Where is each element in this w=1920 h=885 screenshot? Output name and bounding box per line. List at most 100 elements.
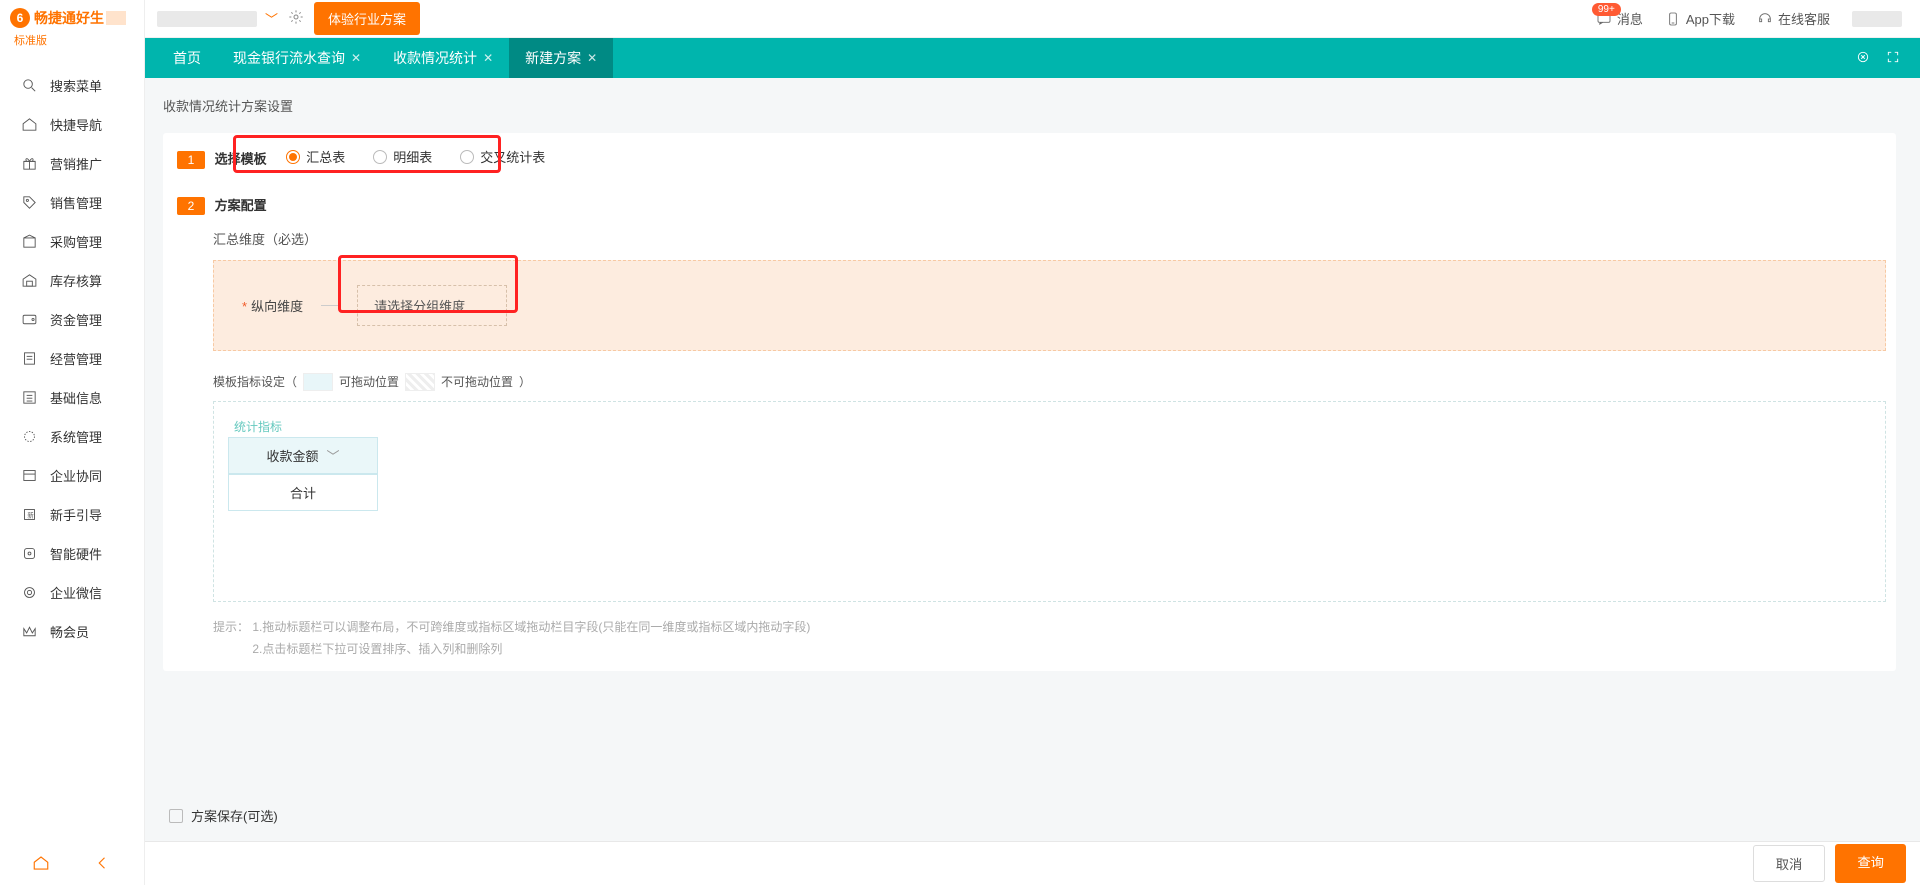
nav-funds[interactable]: 资金管理 [0,300,144,339]
legend-swatch-draggable [303,373,333,391]
hint-2: 2.点击标题栏下拉可设置排序、插入列和删除列 [252,642,502,656]
close-icon[interactable]: ✕ [351,51,361,65]
metric-cell-label: 合计 [290,483,316,502]
settings-button[interactable] [288,9,304,28]
main-column: ﹀ 体验行业方案 99+ 消息 App下载 在线客服 首页 现金银行流水查 [145,0,1920,885]
nav-marketing[interactable]: 营销推广 [0,144,144,183]
back-icon[interactable] [94,854,112,875]
step-2-badge: 2 [177,197,205,215]
nav-quick[interactable]: 快捷导航 [0,105,144,144]
account-selector[interactable]: ﹀ [157,9,278,28]
messages-label: 消息 [1617,9,1643,28]
sidebar-bottom [0,844,144,885]
gift-icon [20,155,38,173]
step-1-label: 选择模板 [215,152,267,167]
app-download-link[interactable]: App下载 [1659,9,1741,28]
nav-label: 畅会员 [50,622,89,641]
nav-guide[interactable]: 新新手引导 [0,495,144,534]
dimension-drop-target[interactable]: 请选择分组维度 [357,285,507,326]
home-icon[interactable] [32,854,50,875]
nav-system[interactable]: 系统管理 [0,417,144,456]
nav-inventory[interactable]: 库存核算 [0,261,144,300]
nav-business[interactable]: 经营管理 [0,339,144,378]
radio-summary[interactable]: 汇总表 [286,147,345,166]
radio-detail[interactable]: 明细表 [373,147,432,166]
dimension-section-title: 汇总维度（必选） [213,229,1886,248]
step-2-label: 方案配置 [215,198,267,213]
connector-line [321,305,339,306]
radio-label: 明细表 [393,147,432,166]
close-icon[interactable]: ✕ [587,51,597,65]
box-icon [20,233,38,251]
nav-label: 销售管理 [50,193,102,212]
fullscreen-button[interactable] [1878,50,1908,67]
sidebar-nav: 搜索菜单 快捷导航 营销推广 销售管理 采购管理 库存核算 资金管理 经营管理 … [0,48,144,651]
brand-logo-icon: 6 [10,8,30,28]
sidebar: 6 畅捷通好生 标准版 搜索菜单 快捷导航 营销推广 销售管理 采购管理 库存核… [0,0,145,885]
support-link[interactable]: 在线客服 [1751,9,1836,28]
template-box: 统计指标 收款金额 ﹀ 合计 [213,401,1886,602]
footer-bar: 取消 查询 [145,841,1920,885]
brand-name: 畅捷通好生 [34,8,104,28]
nav-sales[interactable]: 销售管理 [0,183,144,222]
step-1-badge: 1 [177,151,205,169]
gear-dots-icon [20,428,38,446]
form-panel: 1 选择模板 汇总表 明细表 交叉统计表 2 方案配置 [163,133,1896,671]
vertical-dimension-label: 纵向维度 [251,299,303,314]
submit-button[interactable]: 查询 [1835,844,1906,883]
radio-cross[interactable]: 交叉统计表 [460,147,545,166]
legend-drag-label: 可拖动位置 [339,373,399,390]
metric-header: 统计指标 [228,416,378,437]
nav-basic[interactable]: 基础信息 [0,378,144,417]
template-radio-group: 汇总表 明细表 交叉统计表 [286,147,545,166]
tabs-close-all-button[interactable] [1848,50,1878,67]
field-label-wrap: *纵向维度 [242,296,303,315]
metric-cell-total[interactable]: 合计 [228,474,378,511]
nav-label: 资金管理 [50,310,102,329]
hint-1: 1.拖动标题栏可以调整布局，不可跨维度或指标区域拖动栏目字段(只能在同一维度或指… [252,620,810,634]
user-avatar[interactable] [1846,11,1908,27]
tab-cash-query[interactable]: 现金银行流水查询✕ [217,38,377,78]
document-icon [20,350,38,368]
nav-label: 新手引导 [50,505,102,524]
industry-cta-button[interactable]: 体验行业方案 [314,2,420,35]
nav-purchase[interactable]: 采购管理 [0,222,144,261]
nav-member[interactable]: 畅会员 [0,612,144,651]
save-label: 方案保存(可选) [191,806,278,825]
messages-link[interactable]: 99+ 消息 [1590,9,1649,28]
legend-prefix: 模板指标设定（ [213,373,297,390]
nav-label: 经营管理 [50,349,102,368]
metric-cell-amount[interactable]: 收款金额 ﹀ [228,437,378,474]
tab-label: 首页 [173,48,201,68]
page-title: 收款情况统计方案设置 [163,96,1896,115]
step-1-row: 1 选择模板 汇总表 明细表 交叉统计表 [177,147,1886,169]
nav-label: 企业微信 [50,583,102,602]
nav-search[interactable]: 搜索菜单 [0,66,144,105]
nav-wechat[interactable]: 企业微信 [0,573,144,612]
collab-icon [20,467,38,485]
download-label: App下载 [1686,9,1735,28]
radio-icon [373,150,387,164]
vip-icon [20,623,38,641]
tab-label: 新建方案 [525,48,581,68]
radio-icon [286,150,300,164]
nav-label: 基础信息 [50,388,102,407]
legend-swatch-fixed [405,373,435,391]
warehouse-icon [20,272,38,290]
cancel-button[interactable]: 取消 [1753,845,1826,882]
close-icon[interactable]: ✕ [483,51,493,65]
hints-block: 提示： 1.拖动标题栏可以调整布局，不可跨维度或指标区域拖动栏目字段(只能在同一… [213,616,1886,662]
save-checkbox[interactable] [169,809,183,823]
newbie-icon: 新 [20,506,38,524]
tab-receipt-stats[interactable]: 收款情况统计✕ [377,38,509,78]
nav-hardware[interactable]: 智能硬件 [0,534,144,573]
brand-area: 6 畅捷通好生 标准版 [0,0,144,48]
nav-collab[interactable]: 企业协同 [0,456,144,495]
tab-new-plan[interactable]: 新建方案 ✕ [509,38,613,78]
brand-edition: 标准版 [14,32,134,48]
tab-home[interactable]: 首页 [157,38,217,78]
topbar: ﹀ 体验行业方案 99+ 消息 App下载 在线客服 [145,0,1920,38]
radio-label: 汇总表 [306,147,345,166]
wallet-icon [20,311,38,329]
legend-nodrag-label: 不可拖动位置 [441,373,513,390]
